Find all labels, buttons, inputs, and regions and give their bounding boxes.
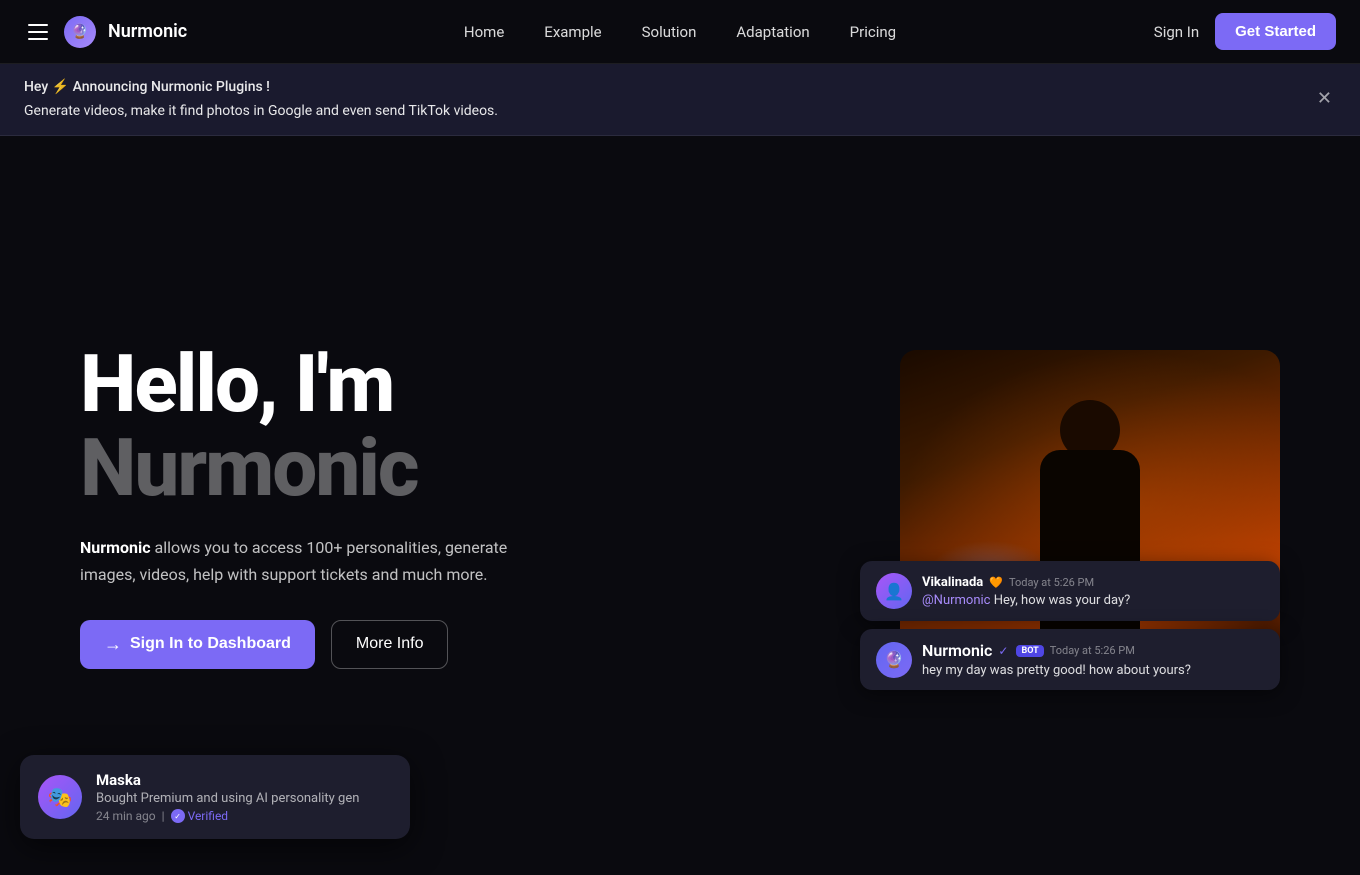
chat-mention: @Nurmonic xyxy=(922,593,990,608)
bot-chat-content: Nurmonic ✓ BOT Today at 5:26 PM hey my d… xyxy=(922,641,1264,678)
user-chat-header: Vikalinada 🧡 Today at 5:26 PM xyxy=(922,575,1264,590)
notif-avatar: 🎭 xyxy=(38,775,82,819)
user-chat-message: @Nurmonic Hey, how was your day? xyxy=(922,593,1264,608)
more-info-button[interactable]: More Info xyxy=(331,620,449,669)
user-chat-content: Vikalinada 🧡 Today at 5:26 PM @Nurmonic … xyxy=(922,575,1264,608)
sign-in-link[interactable]: Sign In xyxy=(1154,23,1199,41)
hero-buttons: → Sign In to Dashboard More Info xyxy=(80,620,640,669)
user-chat-bubble: 👤 Vikalinada 🧡 Today at 5:26 PM @Nurmoni… xyxy=(860,561,1280,621)
navbar: 🔮 Nurmonic Home Example Solution Adaptat… xyxy=(0,0,1360,64)
announcement-line1: Hey ⚡ Announcing Nurmonic Plugins ! xyxy=(24,76,498,98)
signin-arrow-icon: → xyxy=(104,634,122,655)
logo-icon: 🔮 xyxy=(64,16,96,48)
nav-right: Sign In Get Started xyxy=(1154,13,1336,50)
user-avatar: 👤 xyxy=(876,573,912,609)
notif-name: Maska xyxy=(96,771,392,789)
bot-chat-time: Today at 5:26 PM xyxy=(1050,644,1135,657)
notif-time: 24 min ago xyxy=(96,809,156,823)
notif-emoji: 🎭 xyxy=(48,785,73,809)
signin-dashboard-button[interactable]: → Sign In to Dashboard xyxy=(80,620,315,669)
chat-username: Vikalinada xyxy=(922,575,983,590)
signin-dashboard-label: Sign In to Dashboard xyxy=(130,635,291,653)
nav-link-pricing[interactable]: Pricing xyxy=(850,23,896,41)
chat-overlay: 👤 Vikalinada 🧡 Today at 5:26 PM @Nurmoni… xyxy=(860,561,1280,690)
hero-left: Hello, I'm Nurmonic Nurmonic allows you … xyxy=(80,342,640,669)
hero-image-container: 👤 Vikalinada 🧡 Today at 5:26 PM @Nurmoni… xyxy=(900,350,1280,660)
hero-brand: Nurmonic xyxy=(80,538,151,557)
bot-chat-message: hey my day was pretty good! how about yo… xyxy=(922,663,1264,678)
logo-text: Nurmonic xyxy=(108,21,187,42)
announcement-banner: Hey ⚡ Announcing Nurmonic Plugins ! Gene… xyxy=(0,64,1360,136)
hero-title: Hello, I'm Nurmonic xyxy=(80,342,640,510)
nav-link-solution[interactable]: Solution xyxy=(642,23,697,41)
hero-title-line1: Hello, I'm xyxy=(80,342,640,426)
nav-link-adaptation[interactable]: Adaptation xyxy=(736,23,809,41)
verified-text: Verified xyxy=(188,809,229,823)
notification-card: 🎭 Maska Bought Premium and using AI pers… xyxy=(20,755,410,839)
bot-chat-bubble: 🔮 Nurmonic ✓ BOT Today at 5:26 PM hey my… xyxy=(860,629,1280,690)
close-banner-button[interactable]: ✕ xyxy=(1313,86,1336,112)
announcement-line2: Generate videos, make it find photos in … xyxy=(24,100,498,122)
bot-name: Nurmonic xyxy=(922,641,992,660)
notif-description: Bought Premium and using AI personality … xyxy=(96,791,392,806)
hamburger-menu[interactable] xyxy=(24,20,52,44)
bot-avatar: 🔮 xyxy=(876,642,912,678)
heart-icon: 🧡 xyxy=(989,576,1003,589)
nav-link-example[interactable]: Example xyxy=(544,23,601,41)
hero-description: Nurmonic allows you to access 100+ perso… xyxy=(80,534,540,588)
notif-separator: | xyxy=(162,809,165,823)
announcement-text: Hey ⚡ Announcing Nurmonic Plugins ! Gene… xyxy=(24,76,498,123)
notif-meta: 24 min ago | ✓ Verified xyxy=(96,809,392,823)
notif-content: Maska Bought Premium and using AI person… xyxy=(96,771,392,823)
verified-badge: ✓ Verified xyxy=(171,809,229,823)
nav-link-home[interactable]: Home xyxy=(464,23,504,41)
user-chat-time: Today at 5:26 PM xyxy=(1009,576,1094,589)
verified-check-icon: ✓ xyxy=(998,644,1008,658)
nav-links: Home Example Solution Adaptation Pricing xyxy=(464,23,896,41)
hero-title-line2: Nurmonic xyxy=(80,426,640,510)
chat-text: Hey, how was your day? xyxy=(990,593,1130,608)
hero-right: 👤 Vikalinada 🧡 Today at 5:26 PM @Nurmoni… xyxy=(640,350,1280,660)
get-started-button[interactable]: Get Started xyxy=(1215,13,1336,50)
verified-dot-icon: ✓ xyxy=(171,809,185,823)
bot-badge: BOT xyxy=(1016,645,1043,657)
bot-chat-header: Nurmonic ✓ BOT Today at 5:26 PM xyxy=(922,641,1264,660)
